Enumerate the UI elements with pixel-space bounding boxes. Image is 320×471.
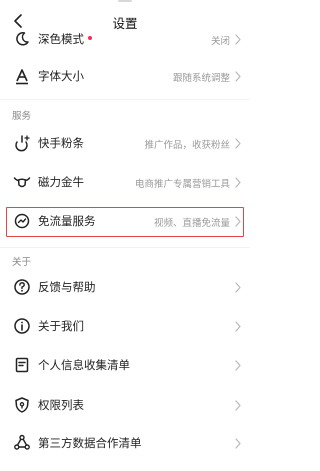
settings-row-value: 跟随系统调整: [172, 73, 230, 84]
chevron-right-icon: [235, 400, 241, 411]
moon-icon: [16, 32, 29, 46]
chevron-right-icon: [235, 177, 241, 188]
new-badge-dot: [88, 36, 92, 40]
settings-row-third-party[interactable]: 第三方数据合作清单: [0, 424, 250, 464]
bull-icon: [13, 177, 31, 188]
settings-row-cili-jinniu[interactable]: 磁力金牛 电商推广专属营销工具: [0, 163, 250, 203]
settings-row-label: 权限列表: [38, 398, 84, 412]
chevron-right-icon: [235, 216, 241, 227]
chevron-right-icon: [235, 282, 241, 293]
settings-row-font-size[interactable]: 字体大小 跟随系统调整: [0, 57, 250, 97]
chevron-right-icon: [235, 321, 241, 332]
info-icon: [14, 318, 30, 334]
settings-row-permissions[interactable]: 权限列表: [0, 386, 250, 426]
bottom-safe-area: [0, 463, 250, 471]
section-divider: [0, 247, 250, 248]
boost-icon: [15, 135, 30, 152]
settings-row-kuaishou-fensitiao[interactable]: 快手粉条 推广作品，收获粉丝: [0, 124, 250, 164]
settings-row-label: 快手粉条: [38, 136, 84, 150]
chevron-right-icon: [235, 138, 241, 149]
question-icon: [14, 279, 30, 295]
chevron-right-icon: [235, 34, 241, 45]
chevron-right-icon: [235, 360, 241, 371]
shield-icon: [15, 397, 29, 413]
settings-row-label: 关于我们: [38, 319, 84, 333]
settings-row-about-us[interactable]: 关于我们: [0, 307, 250, 347]
settings-row-label: 字体大小: [38, 69, 84, 83]
settings-row-label: 第三方数据合作清单: [38, 436, 142, 450]
settings-row-value: 电商推广专属营销工具: [134, 179, 230, 190]
settings-row-value: 推广作品，收获粉丝: [144, 140, 230, 151]
settings-row-value: 关闭: [210, 36, 230, 47]
settings-row-feedback[interactable]: 反馈与帮助: [0, 268, 250, 308]
settings-row-label: 个人信息收集清单: [38, 358, 130, 372]
settings-row-free-traffic[interactable]: 免流量服务 视频、直播免流量: [0, 202, 250, 242]
section-title-about: 关于: [12, 257, 32, 268]
settings-row-label: 磁力金牛: [38, 175, 84, 189]
settings-row-personal-info[interactable]: 个人信息收集清单: [0, 346, 250, 386]
settings-row-value: 视频、直播免流量: [153, 218, 230, 229]
section-title-services: 服务: [12, 111, 32, 122]
section-divider: [0, 99, 250, 100]
list-icon: [15, 357, 29, 373]
gauge-icon: [14, 213, 30, 229]
share-network-icon: [14, 434, 30, 450]
settings-row-label: 深色模式: [38, 32, 84, 46]
settings-row-dark-mode[interactable]: 深色模式 关闭: [0, 20, 250, 60]
font-size-icon: [16, 69, 28, 85]
settings-row-label: 反馈与帮助: [38, 280, 96, 294]
chevron-right-icon: [235, 71, 241, 82]
settings-row-label: 免流量服务: [38, 214, 96, 228]
status-indicator: [118, 0, 132, 2]
chevron-right-icon: [235, 438, 241, 449]
